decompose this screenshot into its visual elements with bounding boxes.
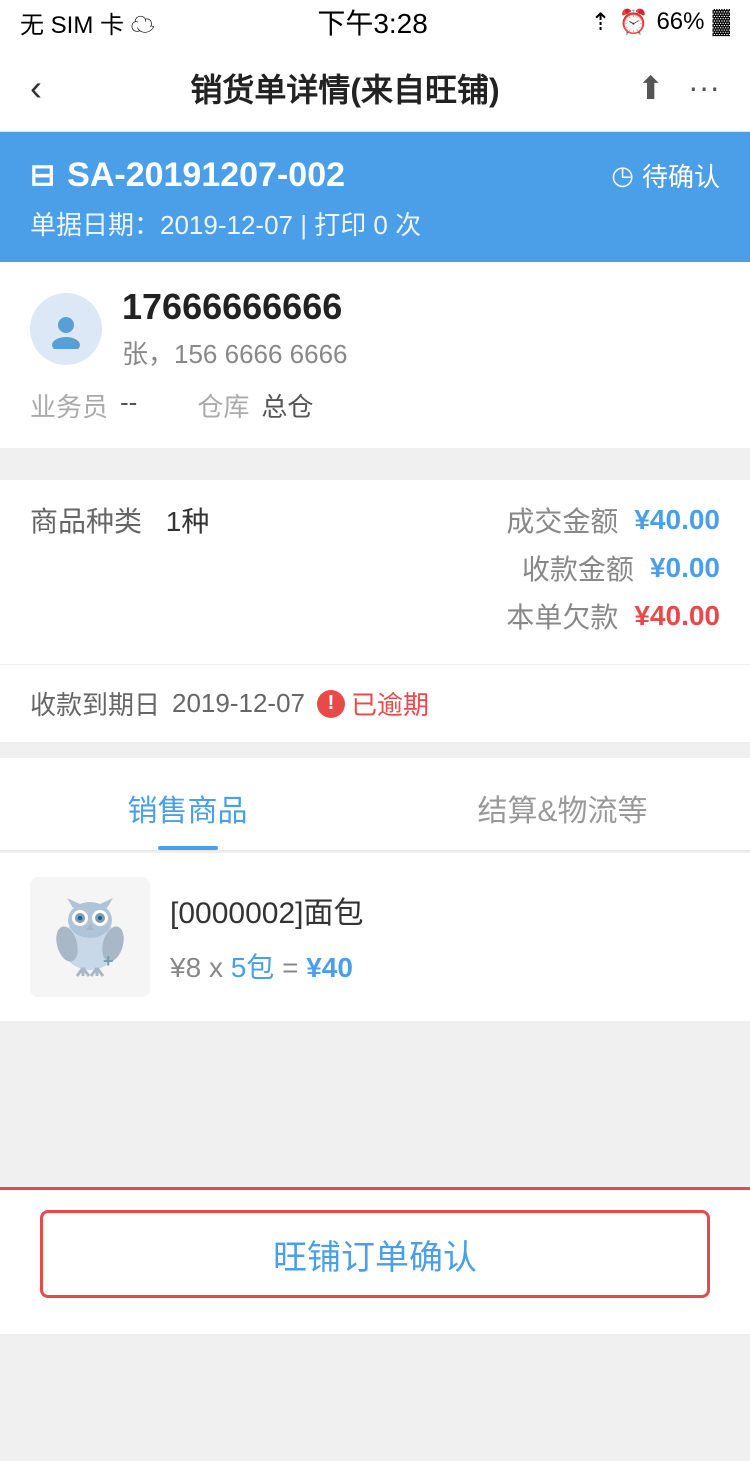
tab-products[interactable]: 销售商品 <box>0 758 375 850</box>
battery-icon: ▓ <box>713 8 731 36</box>
warehouse-label: 仓库 <box>197 387 249 424</box>
page-title: 销货单详情(来自旺铺) <box>90 65 600 111</box>
overdue-icon: ! <box>317 690 345 718</box>
product-name: [0000002]面包 <box>170 888 720 932</box>
divider-2 <box>0 742 750 758</box>
status-bar: 无 SIM 卡 ☁ 下午3:28 ⇡ ⏰ 66% ▓ <box>0 0 750 44</box>
summary-section: 商品种类 1种 成交金额 ¥40.00 收款金额 ¥0.00 本单欠款 ¥40.… <box>0 480 750 664</box>
customer-row: 17666666666 张，156 6666 6666 <box>30 286 720 371</box>
customer-sub: 张，156 6666 6666 <box>122 334 348 371</box>
nav-actions: ⬆ ··· <box>600 69 720 107</box>
sim-status: 无 SIM 卡 ☁ <box>20 5 155 40</box>
status-text: 待确认 <box>642 157 720 194</box>
owed-value: ¥40.00 <box>634 600 720 632</box>
alarm-icon: ⏰ <box>619 8 649 37</box>
status-clock-icon: ◷ <box>611 160 634 191</box>
received-label: 收款金额 <box>522 548 634 588</box>
overdue-text: 已逾期 <box>351 685 429 722</box>
back-button[interactable]: ‹ <box>30 67 90 109</box>
more-button[interactable]: ··· <box>688 69 720 106</box>
owed-label: 本单欠款 <box>506 596 618 636</box>
warehouse-value: 总仓 <box>261 387 313 424</box>
product-total: ¥40 <box>306 952 353 983</box>
amount-label: 成交金额 <box>506 500 618 540</box>
customer-phone: 17666666666 <box>122 286 348 328</box>
status-bar-time: 下午3:28 <box>317 2 428 42</box>
tab-settlement[interactable]: 结算&物流等 <box>375 758 750 850</box>
tab-products-label: 销售商品 <box>128 795 248 828</box>
summary-amounts: 成交金额 ¥40.00 收款金额 ¥0.00 本单欠款 ¥40.00 <box>506 500 720 644</box>
order-header: ⊟ SA-20191207-002 ◷ 待确认 单据日期：2019-12-07 … <box>0 132 750 262</box>
product-qty: 5包 <box>231 952 275 983</box>
amount-value: ¥40.00 <box>634 504 720 536</box>
battery-status: 66% <box>656 8 704 36</box>
product-thumbnail: + <box>30 877 150 997</box>
salesperson-detail: 业务员 -- <box>30 387 137 424</box>
nav-bar: ‹ 销货单详情(来自旺铺) ⬆ ··· <box>0 44 750 132</box>
order-status: ◷ 待确认 <box>611 157 720 194</box>
multiply-sign: x <box>209 952 223 983</box>
overdue-badge: ! 已逾期 <box>317 685 429 722</box>
product-info: [0000002]面包 ¥8 x 5包 = ¥40 <box>170 888 720 986</box>
order-id: ⊟ SA-20191207-002 <box>30 156 345 195</box>
confirm-button[interactable]: 旺铺订单确认 <box>40 1210 710 1298</box>
tab-settlement-label: 结算&物流等 <box>477 795 647 828</box>
share-button[interactable]: ⬆ <box>637 69 664 107</box>
customer-section: 17666666666 张，156 6666 6666 业务员 -- 仓库 总仓 <box>0 262 750 448</box>
order-icon: ⊟ <box>30 158 55 193</box>
received-value: ¥0.00 <box>650 552 720 584</box>
price-unit: ¥8 <box>170 952 201 983</box>
product-price: ¥8 x 5包 = ¥40 <box>170 946 720 986</box>
type-value: 1种 <box>166 506 210 537</box>
bottom-bar: 旺铺订单确认 <box>0 1187 750 1334</box>
due-date-value: 2019-12-07 <box>172 688 305 719</box>
equals-sign: = <box>282 952 298 983</box>
order-id-text: SA-20191207-002 <box>67 156 345 195</box>
salesperson-label: 业务员 <box>30 387 108 424</box>
due-date-label: 收款到期日 <box>30 685 160 722</box>
order-date: 单据日期：2019-12-07 | 打印 0 次 <box>30 205 720 242</box>
customer-details: 业务员 -- 仓库 总仓 <box>30 387 720 424</box>
product-card: + [0000002]面包 ¥8 x 5包 = ¥40 <box>0 853 750 1021</box>
svg-text:+: + <box>103 951 114 971</box>
salesperson-value: -- <box>120 387 137 424</box>
avatar <box>30 293 102 365</box>
location-icon: ⇡ <box>590 8 610 37</box>
divider-1 <box>0 464 750 480</box>
tabs-container: 销售商品 结算&物流等 <box>0 758 750 851</box>
status-bar-left: 无 SIM 卡 ☁ <box>20 5 155 40</box>
status-bar-right: ⇡ ⏰ 66% ▓ <box>590 8 730 37</box>
warehouse-detail: 仓库 总仓 <box>197 387 313 424</box>
type-label: 商品种类 <box>30 506 142 537</box>
due-date-section: 收款到期日 2019-12-07 ! 已逾期 <box>0 664 750 742</box>
